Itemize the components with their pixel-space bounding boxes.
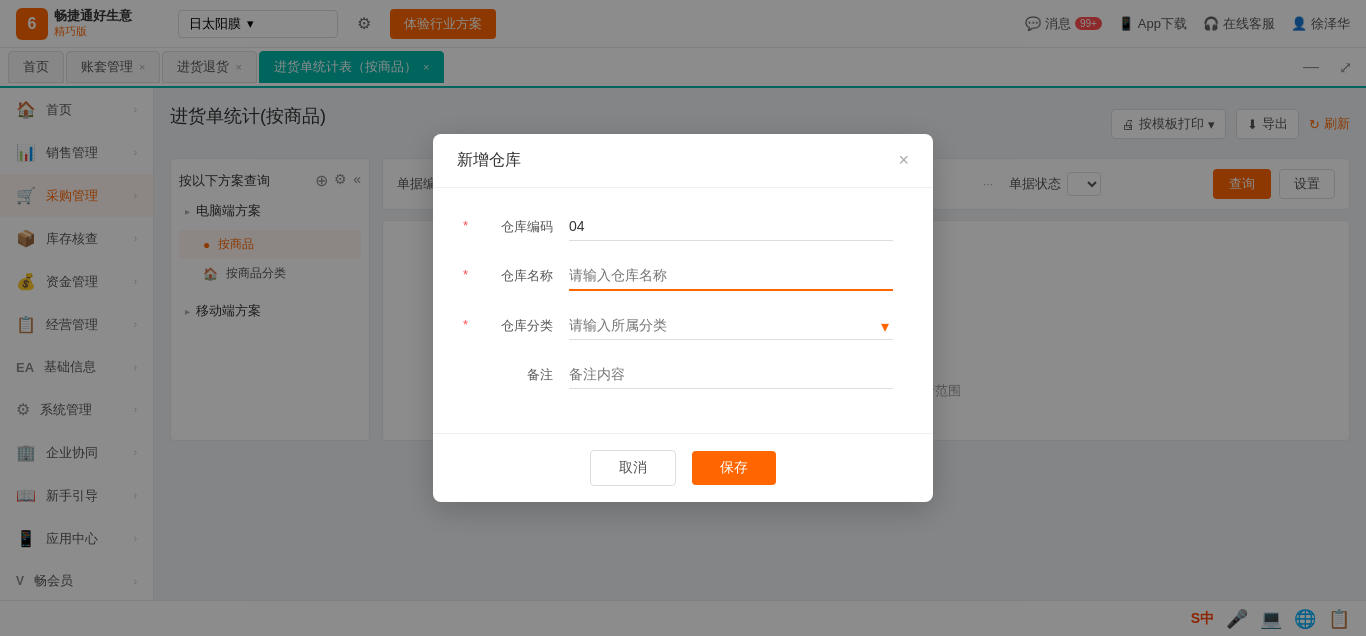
- form-row-category: 仓库分类 ▾: [473, 311, 893, 340]
- form-row-note: 备注: [473, 360, 893, 389]
- form-row-name: 仓库名称: [473, 261, 893, 291]
- modal-header: 新增仓库 ×: [433, 134, 933, 188]
- save-button[interactable]: 保存: [692, 451, 776, 485]
- name-input[interactable]: [569, 261, 893, 291]
- modal-close-button[interactable]: ×: [898, 150, 909, 171]
- modal-add-warehouse: 新增仓库 × 仓库编码 仓库名称 仓库分类 ▾: [433, 134, 933, 502]
- note-input[interactable]: [569, 360, 893, 389]
- note-label: 备注: [473, 366, 553, 384]
- form-row-code: 仓库编码: [473, 212, 893, 241]
- modal-body: 仓库编码 仓库名称 仓库分类 ▾ 备注: [433, 188, 933, 433]
- category-label: 仓库分类: [473, 317, 553, 335]
- cancel-button[interactable]: 取消: [590, 450, 676, 486]
- modal-title: 新增仓库: [457, 150, 521, 171]
- category-select-wrapper: ▾: [569, 311, 893, 340]
- name-label: 仓库名称: [473, 267, 553, 285]
- code-input[interactable]: [569, 212, 893, 241]
- modal-overlay: 新增仓库 × 仓库编码 仓库名称 仓库分类 ▾: [0, 0, 1366, 636]
- code-label: 仓库编码: [473, 218, 553, 236]
- category-input[interactable]: [569, 311, 893, 340]
- modal-footer: 取消 保存: [433, 433, 933, 502]
- category-dropdown-icon: ▾: [881, 316, 889, 335]
